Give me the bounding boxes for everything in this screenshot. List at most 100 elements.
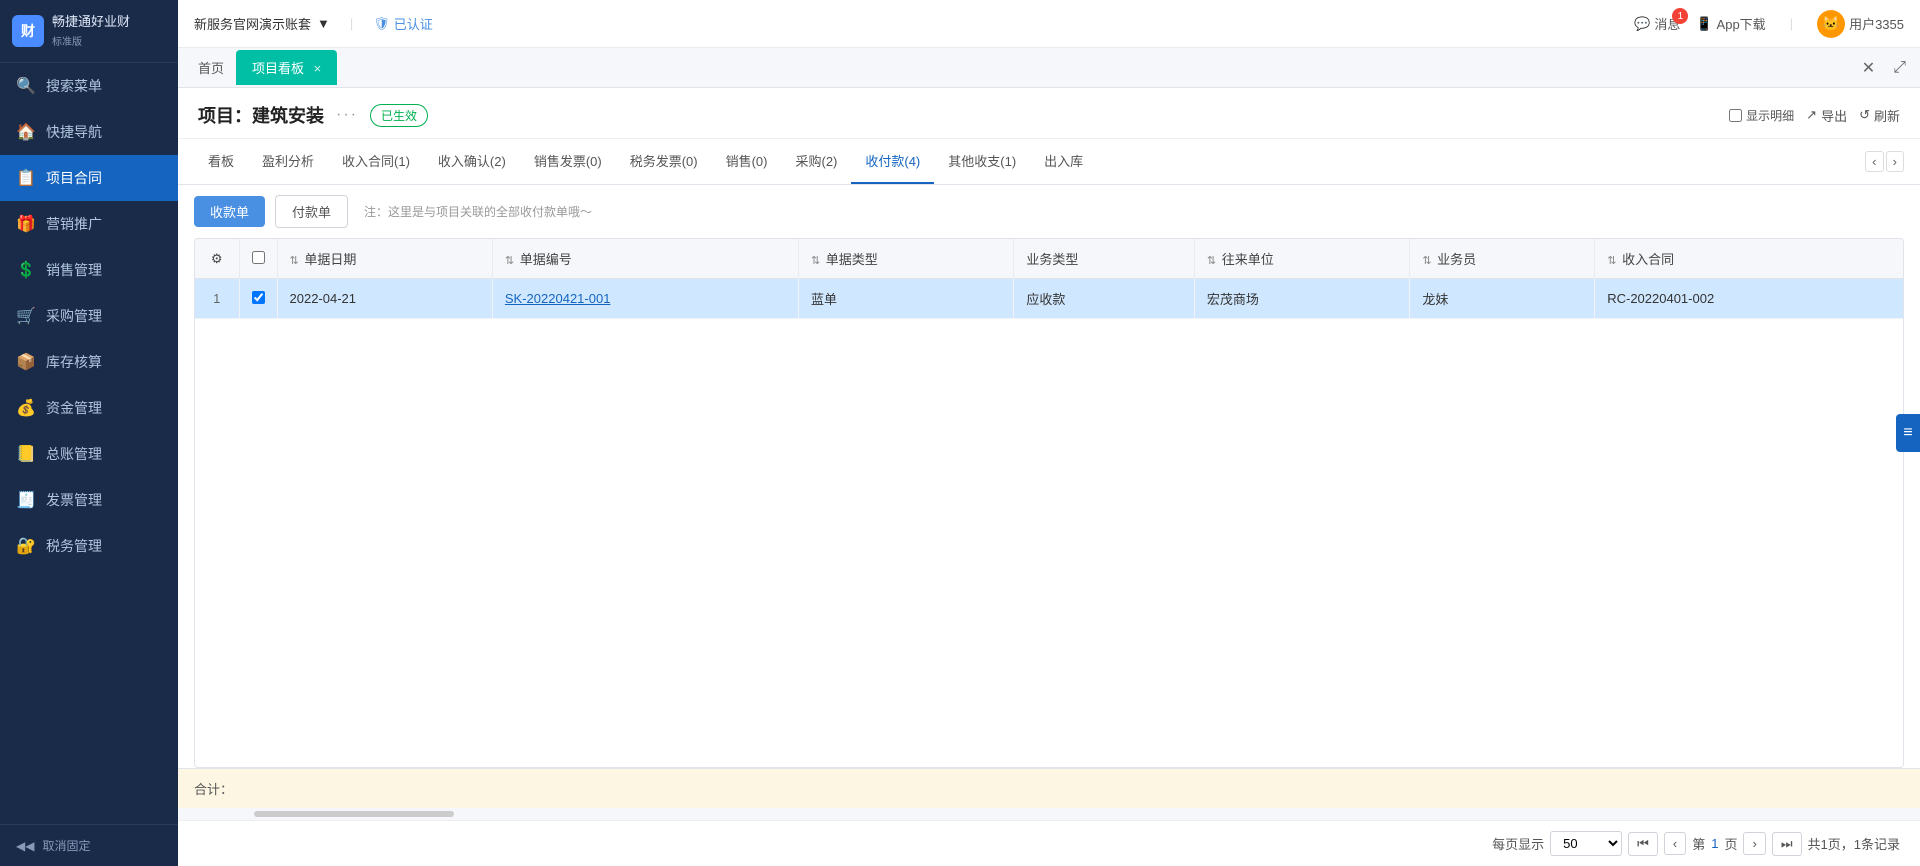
refresh-icon: ↺ [1859, 107, 1870, 123]
sidebar-unpin-button[interactable]: ◀◀ 取消固定 [0, 824, 178, 866]
search-icon: 🔍 [16, 76, 36, 96]
sort-icon: ⇅ [811, 255, 820, 267]
row-salesperson: 龙妹 [1410, 279, 1595, 319]
receipt-filter-button[interactable]: 收款单 [194, 196, 265, 227]
messages-button[interactable]: 💬 消息 1 [1634, 14, 1680, 33]
select-all-checkbox[interactable] [252, 251, 265, 264]
sidebar-version: 标准版 [52, 33, 130, 48]
sidebar-item-marketing[interactable]: 🎁 营销推广 [0, 201, 178, 247]
sidebar-item-contract[interactable]: 📋 项目合同 [0, 155, 178, 201]
subtab-sales[interactable]: 销售(0) [712, 139, 782, 184]
tab-home[interactable]: 首页 [186, 50, 236, 85]
first-page-button[interactable]: ⏮ [1628, 832, 1658, 856]
subtab-other-expense[interactable]: 其他收支(1) [934, 139, 1030, 184]
sidebar-item-sales[interactable]: 💲 销售管理 [0, 247, 178, 293]
app-download-button[interactable]: 📱 App下载 [1696, 14, 1765, 33]
next-page-button[interactable]: › [1743, 832, 1765, 855]
project-name: 新服务官网演示账套 [194, 14, 311, 33]
subtab-income-confirm[interactable]: 收入确认(2) [424, 139, 520, 184]
tax-icon: 🔐 [16, 536, 36, 556]
sidebar-logo: 财 [12, 15, 44, 47]
subtab-purchase[interactable]: 采购(2) [781, 139, 851, 184]
dropdown-icon: ▼ [317, 16, 330, 31]
sidebar-item-invoice[interactable]: 🧾 发票管理 [0, 477, 178, 523]
page-size-select[interactable]: 50 100 200 [1550, 831, 1622, 856]
cart-icon: 🛒 [16, 306, 36, 326]
biz-type-column-header[interactable]: 业务类型 [1014, 239, 1195, 279]
sidebar-item-finance[interactable]: 💰 资金管理 [0, 385, 178, 431]
subtab-tax-invoice[interactable]: 税务发票(0) [616, 139, 712, 184]
unpin-icon: ◀◀ [16, 839, 34, 853]
tabbar: 首页 项目看板 × ✕ ⤢ [178, 48, 1920, 88]
sidebar-item-ledger[interactable]: 📒 总账管理 [0, 431, 178, 477]
horizontal-scrollbar[interactable] [178, 808, 1920, 820]
sidebar-float-icon: ≡ [1903, 424, 1912, 442]
subtab-profit[interactable]: 盈利分析 [248, 139, 328, 184]
scrollbar-thumb[interactable] [254, 811, 454, 817]
salesperson-column-header[interactable]: ⇅ 业务员 [1410, 239, 1595, 279]
topbar-project-selector[interactable]: 新服务官网演示账套 ▼ [194, 14, 330, 33]
partner-column-header[interactable]: ⇅ 往来单位 [1194, 239, 1409, 279]
show-detail-checkbox[interactable]: 显示明细 [1729, 107, 1794, 124]
subtab-inout[interactable]: 出入库 [1030, 139, 1097, 184]
export-icon: ↗ [1806, 107, 1817, 123]
project-header: 项目：建筑安装 ··· 已生效 显示明细 ↗ 导出 ↺ 刷新 [178, 88, 1920, 139]
data-table: ⚙ ⇅ 单据日期 ⇅ 单据编号 [194, 238, 1904, 768]
show-detail-input[interactable] [1729, 109, 1742, 122]
prev-page-button[interactable]: ‹ [1664, 832, 1686, 855]
phone-icon: 📱 [1696, 16, 1712, 32]
project-title: 项目：建筑安装 [198, 102, 324, 128]
message-badge: 1 [1672, 8, 1688, 24]
user-menu[interactable]: 🐱 用户3355 [1817, 10, 1904, 38]
export-button[interactable]: ↗ 导出 [1806, 106, 1847, 125]
book-icon: 📒 [16, 444, 36, 464]
settings-icon[interactable]: ⚙ [211, 251, 223, 266]
project-actions: 显示明细 ↗ 导出 ↺ 刷新 [1729, 106, 1900, 125]
sidebar-item-quicknav[interactable]: 🏠 快捷导航 [0, 109, 178, 155]
topbar-right: 💬 消息 1 📱 App下载 | 🐱 用户3355 [1634, 10, 1904, 38]
shield-icon: 🛡 [373, 16, 390, 32]
subtab-kanban[interactable]: 看板 [194, 139, 248, 184]
sidebar-header: 财 畅捷通好业财 标准版 [0, 0, 178, 63]
receipts-table: ⚙ ⇅ 单据日期 ⇅ 单据编号 [195, 239, 1903, 319]
sidebar-item-search[interactable]: 🔍 搜索菜单 [0, 63, 178, 109]
row-select-checkbox[interactable] [252, 291, 265, 304]
maximize-window-button[interactable]: ⤢ [1887, 54, 1912, 82]
sidebar-item-tax[interactable]: 🔐 税务管理 [0, 523, 178, 569]
project-more-button[interactable]: ··· [336, 106, 358, 124]
filter-bar: 收款单 付款单 注：这里是与项目关联的全部收付款单哦～ [178, 185, 1920, 238]
close-window-button[interactable]: ✕ [1856, 54, 1881, 82]
subtab-next-button[interactable]: › [1886, 151, 1904, 172]
box-icon: 📦 [16, 352, 36, 372]
income-contract-column-header[interactable]: ⇅ 收入合同 [1595, 239, 1903, 279]
subtab-prev-button[interactable]: ‹ [1865, 151, 1883, 172]
gift-icon: 🎁 [16, 214, 36, 234]
tab-close-button[interactable]: × [314, 61, 322, 76]
type-column-header[interactable]: ⇅ 单据类型 [798, 239, 1013, 279]
project-status-badge: 已生效 [370, 104, 428, 127]
row-partner: 宏茂商场 [1194, 279, 1409, 319]
last-page-button[interactable]: ⏭ [1772, 832, 1802, 856]
subtab-income-contract[interactable]: 收入合同(1) [328, 139, 424, 184]
subtabs: 看板 盈利分析 收入合同(1) 收入确认(2) 销售发票(0) 税务发票(0) [178, 139, 1920, 185]
settings-column-header[interactable]: ⚙ [195, 239, 239, 279]
payment-filter-button[interactable]: 付款单 [275, 195, 348, 228]
tab-project-kanban[interactable]: 项目看板 × [236, 50, 337, 85]
topbar-certified: 🛡 已认证 [373, 14, 433, 33]
sidebar-item-inventory[interactable]: 📦 库存核算 [0, 339, 178, 385]
floating-sidebar-button[interactable]: ≡ [1896, 414, 1920, 452]
row-code[interactable]: SK-20220421-001 [492, 279, 798, 319]
subtab-sales-invoice[interactable]: 销售发票(0) [520, 139, 616, 184]
table-row[interactable]: 1 2022-04-21 SK-20220421-001 蓝单 应收款 宏茂商场 [195, 279, 1903, 319]
sidebar-item-purchase[interactable]: 🛒 采购管理 [0, 293, 178, 339]
row-income-contract: RC-20220401-002 [1595, 279, 1903, 319]
refresh-button[interactable]: ↺ 刷新 [1859, 106, 1900, 125]
row-checkbox[interactable] [239, 279, 277, 319]
page-end-label: 页 [1724, 834, 1737, 853]
subtab-nav: ‹ › [1865, 151, 1904, 172]
subtab-payment[interactable]: 收付款(4) [851, 139, 934, 184]
page-content: 项目：建筑安装 ··· 已生效 显示明细 ↗ 导出 ↺ 刷新 [178, 88, 1920, 866]
code-column-header[interactable]: ⇅ 单据编号 [492, 239, 798, 279]
date-column-header[interactable]: ⇅ 单据日期 [277, 239, 492, 279]
tabbar-controls: ✕ ⤢ [1856, 54, 1912, 82]
